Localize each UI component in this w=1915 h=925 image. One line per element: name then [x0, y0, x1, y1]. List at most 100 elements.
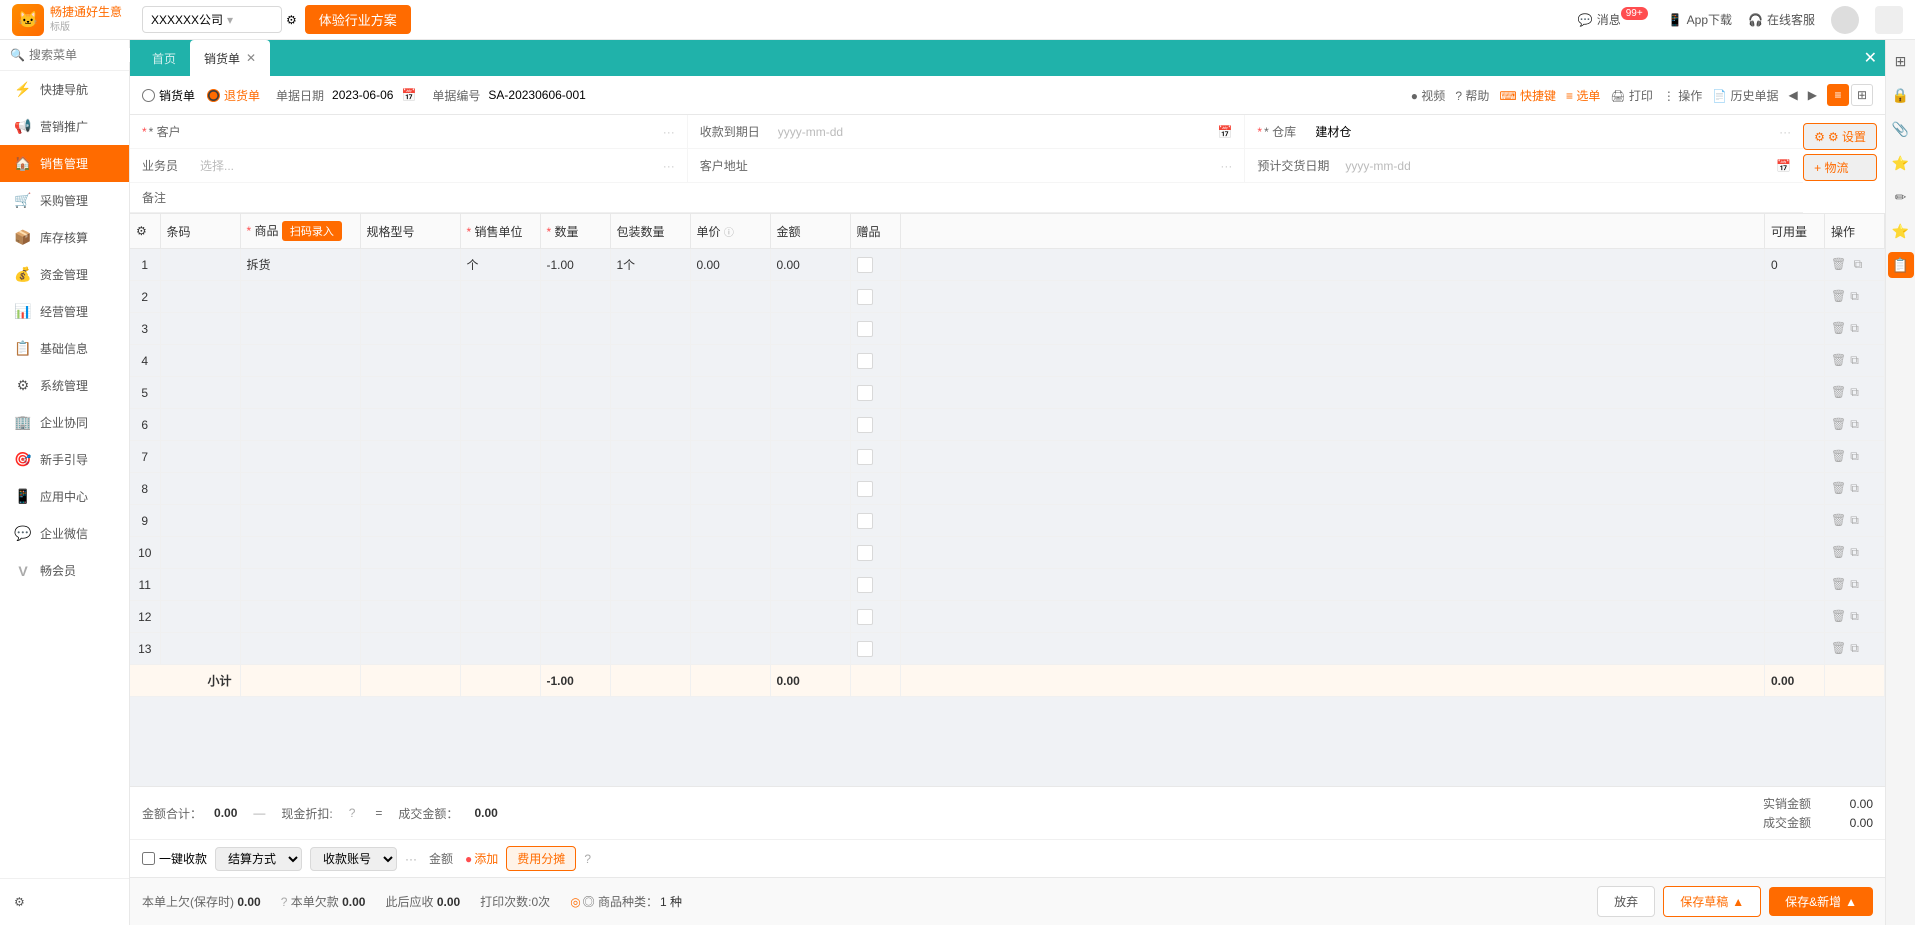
cell-gift-10[interactable]: [850, 537, 900, 569]
cell-price-12[interactable]: [690, 601, 770, 633]
cell-price-3[interactable]: [690, 313, 770, 345]
tab-home[interactable]: 首页: [138, 40, 190, 76]
cell-qty-11[interactable]: [540, 569, 610, 601]
cell-barcode-9[interactable]: [160, 505, 240, 537]
cell-barcode-4[interactable]: [160, 345, 240, 377]
cell-spec-2[interactable]: [360, 281, 460, 313]
cell-barcode-12[interactable]: [160, 601, 240, 633]
one-click-pay-checkbox[interactable]: 一键收款: [142, 850, 207, 867]
cell-spec-3[interactable]: [360, 313, 460, 345]
add-payment-button[interactable]: ● 添加: [465, 850, 498, 867]
cell-price-11[interactable]: [690, 569, 770, 601]
delete-icon-12[interactable]: 🗑: [1831, 609, 1846, 623]
cell-gift-11[interactable]: [850, 569, 900, 601]
cell-barcode-11[interactable]: [160, 569, 240, 601]
copy-icon-2[interactable]: ⧉: [1850, 289, 1859, 303]
radio-sales[interactable]: 销货单: [142, 87, 195, 104]
cell-qty-9[interactable]: [540, 505, 610, 537]
sidebar-item-finance[interactable]: 💰 资金管理: [0, 256, 129, 293]
payment-calendar-icon[interactable]: 📅: [1217, 125, 1232, 139]
notes-input[interactable]: [200, 191, 1791, 205]
delete-icon-6[interactable]: 🗑: [1831, 417, 1846, 431]
list-view-btn[interactable]: ≡: [1827, 84, 1849, 106]
cell-gift-7[interactable]: [850, 441, 900, 473]
cell-pkgqty-7[interactable]: [610, 441, 690, 473]
cell-price-1[interactable]: 0.00: [690, 249, 770, 281]
company-selector[interactable]: XXXXXX公司 ▾: [142, 6, 282, 33]
settings-button[interactable]: ⚙ ⚙ 设置: [1803, 123, 1877, 150]
shortcut-btn[interactable]: ⌨ 快捷键: [1499, 87, 1556, 104]
copy-icon-7[interactable]: ⧉: [1850, 449, 1859, 463]
customer-addr-input[interactable]: [778, 159, 1217, 173]
calc-method-select[interactable]: 结算方式: [215, 847, 302, 871]
copy-icon-3[interactable]: ⧉: [1850, 321, 1859, 335]
cell-price-10[interactable]: [690, 537, 770, 569]
cell-qty-4[interactable]: [540, 345, 610, 377]
cell-qty-8[interactable]: [540, 473, 610, 505]
next-icon[interactable]: ▶: [1808, 88, 1817, 102]
cell-gift-12[interactable]: [850, 601, 900, 633]
cell-gift-4[interactable]: [850, 345, 900, 377]
help-discount-icon[interactable]: ?: [349, 806, 356, 820]
cell-qty-3[interactable]: [540, 313, 610, 345]
cell-spec-9[interactable]: [360, 505, 460, 537]
cell-pkgqty-13[interactable]: [610, 633, 690, 665]
copy-icon-13[interactable]: ⧉: [1850, 641, 1859, 655]
scan-button[interactable]: 扫码录入: [282, 221, 342, 241]
sidebar-item-basic[interactable]: 📋 基础信息: [0, 330, 129, 367]
sidebar-item-appstore[interactable]: 📱 应用中心: [0, 478, 129, 515]
cell-product-9[interactable]: [240, 505, 360, 537]
cell-barcode-5[interactable]: [160, 377, 240, 409]
cell-pkgqty-9[interactable]: [610, 505, 690, 537]
sidebar-item-wechat[interactable]: 💬 企业微信: [0, 515, 129, 552]
cell-price-9[interactable]: [690, 505, 770, 537]
cell-barcode-10[interactable]: [160, 537, 240, 569]
app-download-item[interactable]: 📱 App下载: [1668, 11, 1732, 28]
sidebar-item-purchase[interactable]: 🛒 采购管理: [0, 182, 129, 219]
delivery-date-input[interactable]: [1345, 159, 1776, 173]
sidebar-item-system[interactable]: ⚙ 系统管理: [0, 367, 129, 404]
cell-qty-6[interactable]: [540, 409, 610, 441]
cell-spec-5[interactable]: [360, 377, 460, 409]
cell-barcode-1[interactable]: [160, 249, 240, 281]
cell-barcode-6[interactable]: [160, 409, 240, 441]
history-btn[interactable]: 📄 历史单据: [1712, 87, 1778, 104]
one-click-pay-input[interactable]: [142, 852, 155, 865]
cell-spec-6[interactable]: [360, 409, 460, 441]
cell-pkgqty-5[interactable]: [610, 377, 690, 409]
cell-pkgqty-3[interactable]: [610, 313, 690, 345]
cell-unit-7[interactable]: [460, 441, 540, 473]
tab-sales-order[interactable]: 销货单 ✕: [190, 40, 270, 76]
delete-icon-8[interactable]: 🗑: [1831, 481, 1846, 495]
customer-dots-icon[interactable]: ···: [663, 125, 675, 139]
save-draft-button[interactable]: 保存草稿 ▲: [1663, 886, 1761, 917]
float-btn-2[interactable]: 🔒: [1888, 82, 1914, 108]
cell-spec-4[interactable]: [360, 345, 460, 377]
cell-spec-1[interactable]: [360, 249, 460, 281]
delete-icon-9[interactable]: 🗑: [1831, 513, 1846, 527]
help-due-icon[interactable]: ?: [281, 895, 288, 909]
radio-return-input[interactable]: [207, 89, 220, 102]
cell-qty-2[interactable]: [540, 281, 610, 313]
cell-spec-7[interactable]: [360, 441, 460, 473]
prev-icon[interactable]: ◀: [1789, 88, 1798, 102]
help-expense-icon[interactable]: ?: [584, 852, 591, 866]
cell-barcode-3[interactable]: [160, 313, 240, 345]
sidebar-search-area[interactable]: 🔍: [0, 40, 129, 71]
cell-pkgqty-8[interactable]: [610, 473, 690, 505]
cell-price-8[interactable]: [690, 473, 770, 505]
sidebar-item-enterprise[interactable]: 🏢 企业协同: [0, 404, 129, 441]
cell-product-8[interactable]: [240, 473, 360, 505]
message-item[interactable]: 💬 消息 99+: [1578, 11, 1652, 28]
cell-spec-8[interactable]: [360, 473, 460, 505]
cell-product-4[interactable]: [240, 345, 360, 377]
copy-icon-1[interactable]: ⧉: [1854, 257, 1863, 271]
cell-qty-10[interactable]: [540, 537, 610, 569]
payment-account-select[interactable]: 收款账号: [310, 847, 397, 871]
cell-qty-12[interactable]: [540, 601, 610, 633]
cell-barcode-8[interactable]: [160, 473, 240, 505]
cell-product-12[interactable]: [240, 601, 360, 633]
cell-unit-3[interactable]: [460, 313, 540, 345]
copy-icon-12[interactable]: ⧉: [1850, 609, 1859, 623]
cell-product-13[interactable]: [240, 633, 360, 665]
